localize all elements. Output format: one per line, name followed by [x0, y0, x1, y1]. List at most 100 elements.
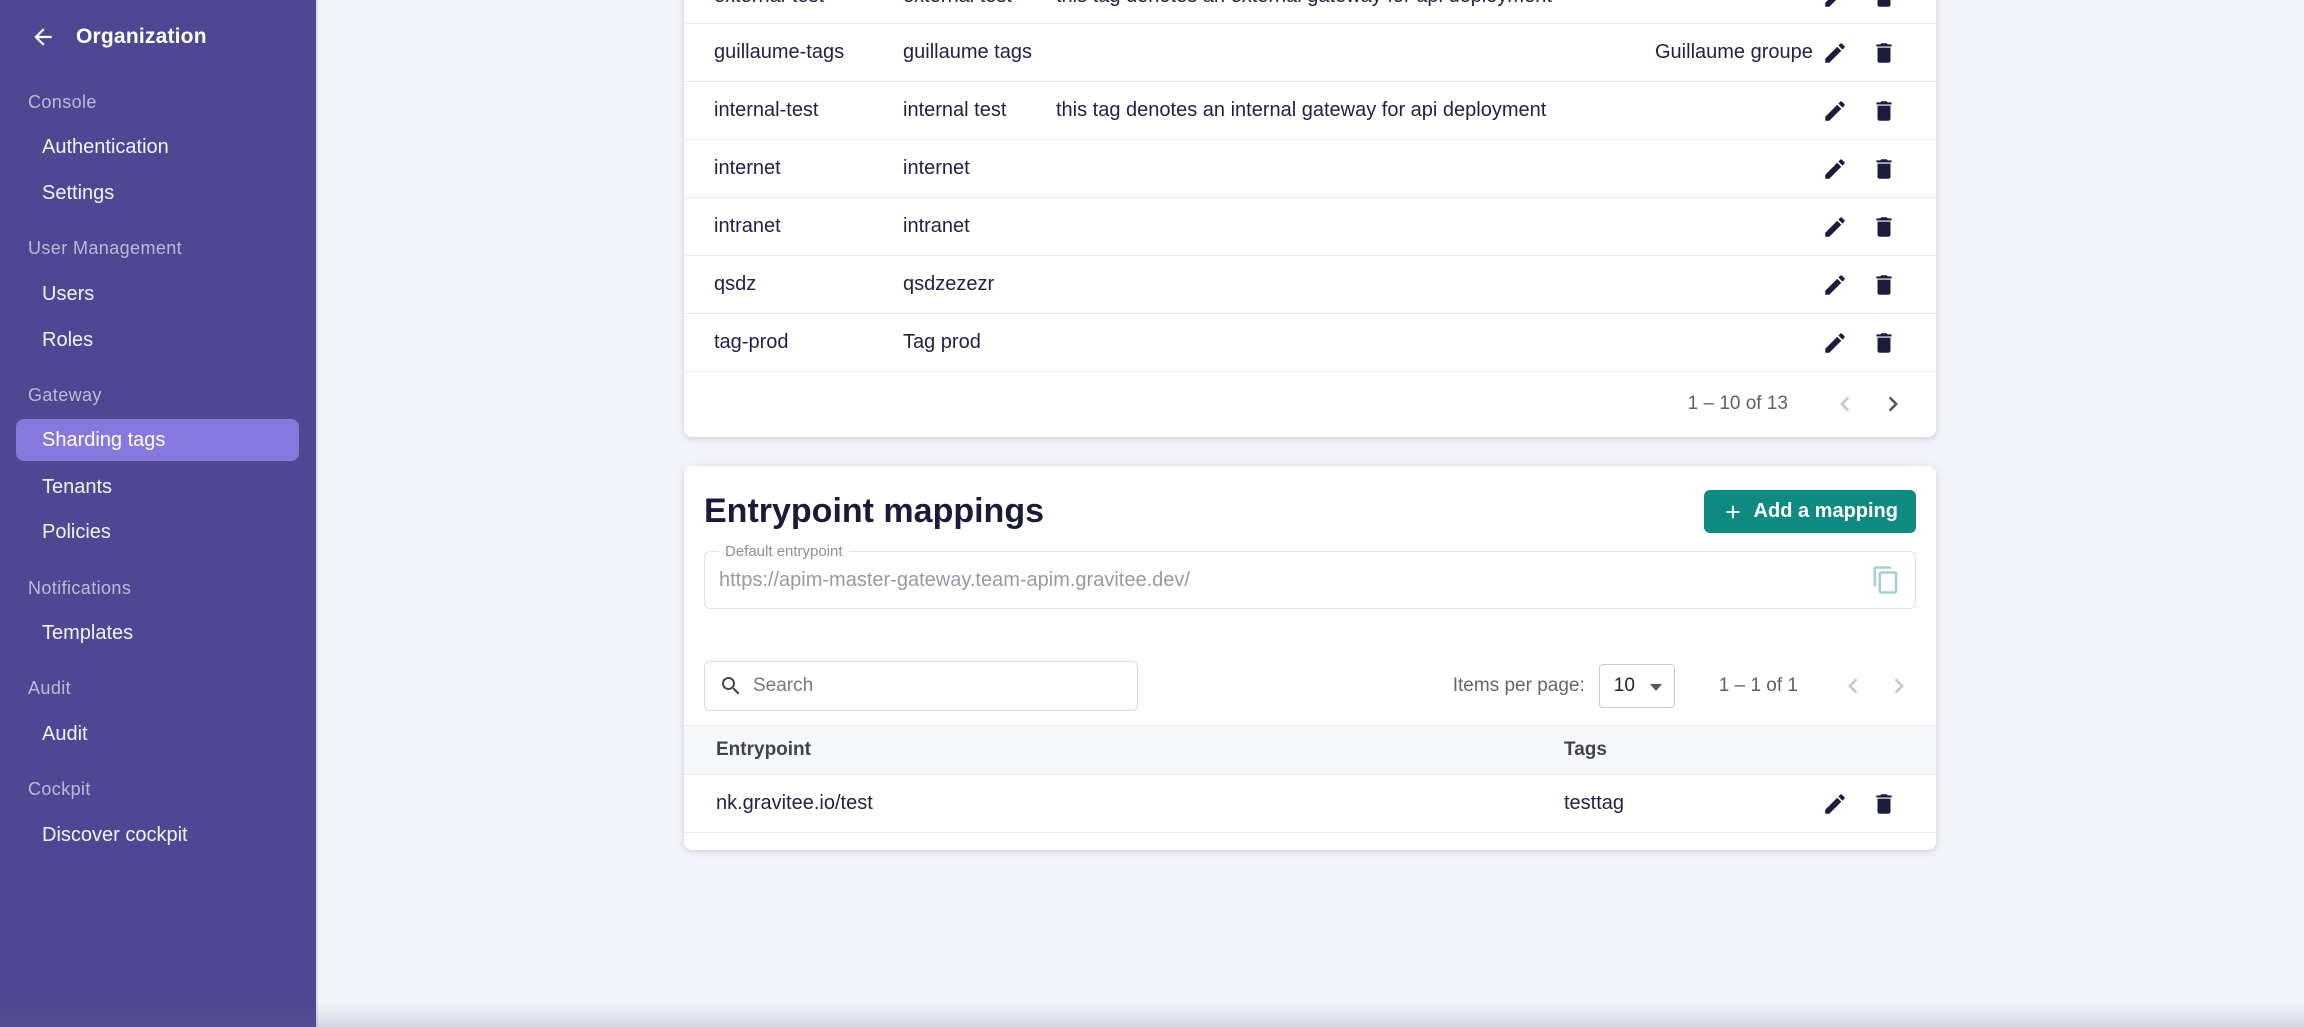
sidebar-item-roles[interactable]: Roles — [42, 326, 93, 354]
trash-icon — [1871, 330, 1897, 356]
row-actions — [1815, 207, 1936, 247]
table-header-row: Entrypoint Tags — [684, 725, 1936, 775]
previous-page-button[interactable] — [1828, 387, 1862, 421]
delete-button[interactable] — [1864, 323, 1904, 363]
sidebar-section-cockpit: Cockpit — [28, 775, 91, 803]
row-actions — [1815, 323, 1936, 363]
delete-button[interactable] — [1864, 0, 1904, 17]
items-per-page-select[interactable]: 10 — [1599, 664, 1675, 708]
tag-name: external test — [903, 0, 1056, 8]
pencil-icon — [1822, 791, 1848, 817]
tag-id: internal-test — [714, 99, 903, 122]
paginator-buttons — [1836, 669, 1916, 703]
tag-id: intranet — [714, 215, 903, 238]
table-row: internet internet — [684, 140, 1936, 198]
sidebar-item-settings[interactable]: Settings — [42, 179, 114, 207]
paginator: Items per page: 10 1 – 1 of 1 — [1453, 664, 1916, 708]
pencil-icon — [1822, 156, 1848, 182]
search-input[interactable] — [753, 675, 1137, 697]
delete-button[interactable] — [1864, 265, 1904, 305]
tag-description: this tag denotes an internal gateway for… — [1056, 99, 1655, 122]
items-per-page-value: 10 — [1614, 675, 1635, 697]
row-actions — [1815, 784, 1936, 824]
chevron-right-icon — [1878, 389, 1908, 419]
sidebar-item-authentication[interactable]: Authentication — [42, 133, 169, 161]
tag-id: tag-prod — [714, 331, 903, 354]
sidebar-item-audit[interactable]: Audit — [42, 720, 88, 748]
tag-id: guillaume-tags — [714, 41, 903, 64]
sidebar-title: Organization — [76, 25, 207, 49]
delete-button[interactable] — [1864, 784, 1904, 824]
sidebar-item-discover-cockpit[interactable]: Discover cockpit — [42, 821, 188, 849]
table-row: guillaume-tags guillaume tags Guillaume … — [684, 24, 1936, 82]
tag-name: internet — [903, 157, 1056, 180]
sidebar-item-sharding-tags[interactable]: Sharding tags — [16, 419, 299, 461]
sidebar-item-templates[interactable]: Templates — [42, 619, 133, 647]
trash-icon — [1871, 40, 1897, 66]
tag-description: this tag denotes an external gateway for… — [1056, 0, 1655, 8]
delete-button[interactable] — [1864, 91, 1904, 131]
table-paginator: 1 – 10 of 13 — [684, 372, 1936, 436]
tag-name: intranet — [903, 215, 1056, 238]
default-entrypoint-field: Default entrypoint — [704, 551, 1916, 609]
row-actions — [1815, 0, 1936, 17]
edit-button[interactable] — [1815, 0, 1855, 17]
add-mapping-button[interactable]: Add a mapping — [1704, 490, 1916, 533]
tag-id: external-test — [714, 0, 903, 8]
edit-button[interactable] — [1815, 323, 1855, 363]
previous-page-button[interactable] — [1836, 669, 1870, 703]
edit-button[interactable] — [1815, 91, 1855, 131]
tag-id: internet — [714, 157, 903, 180]
delete-button[interactable] — [1864, 207, 1904, 247]
edit-button[interactable] — [1815, 784, 1855, 824]
default-entrypoint-label: Default entrypoint — [719, 543, 849, 560]
next-page-button[interactable] — [1876, 387, 1910, 421]
trash-icon — [1871, 214, 1897, 240]
search-icon — [719, 674, 743, 698]
next-page-button[interactable] — [1882, 669, 1916, 703]
chevron-left-icon — [1838, 671, 1868, 701]
delete-button[interactable] — [1864, 33, 1904, 73]
tag-name: internal test — [903, 99, 1056, 122]
trash-icon — [1871, 98, 1897, 124]
items-per-page-label: Items per page: — [1453, 675, 1585, 697]
table-row: intranet intranet — [684, 198, 1936, 256]
edit-button[interactable] — [1815, 149, 1855, 189]
row-actions — [1815, 33, 1936, 73]
app: Organization Console Authentication Sett… — [0, 0, 2304, 1027]
card-header: Entrypoint mappings Add a mapping — [684, 466, 1936, 533]
table-row: external-test external test this tag den… — [684, 0, 1936, 24]
tag-id: qsdz — [714, 273, 903, 296]
pencil-icon — [1822, 0, 1848, 10]
table-toolbar: Items per page: 10 1 – 1 of 1 — [704, 661, 1916, 711]
sidebar-section-user-management: User Management — [28, 234, 182, 262]
sidebar-item-users[interactable]: Users — [42, 280, 94, 308]
plus-icon — [1722, 501, 1744, 523]
back-to-organization[interactable]: Organization — [30, 24, 207, 50]
edit-button[interactable] — [1815, 207, 1855, 247]
sidebar-section-notifications: Notifications — [28, 574, 131, 602]
sidebar-item-policies[interactable]: Policies — [42, 518, 111, 546]
sidebar-item-tenants[interactable]: Tenants — [42, 473, 112, 501]
sidebar-section-gateway: Gateway — [28, 381, 102, 409]
chevron-right-icon — [1884, 671, 1914, 701]
edit-button[interactable] — [1815, 33, 1855, 73]
dropdown-caret-icon — [1650, 684, 1662, 691]
row-actions — [1815, 91, 1936, 131]
pencil-icon — [1822, 98, 1848, 124]
pencil-icon — [1822, 272, 1848, 298]
pencil-icon — [1822, 214, 1848, 240]
row-actions — [1815, 265, 1936, 305]
delete-button[interactable] — [1864, 149, 1904, 189]
pencil-icon — [1822, 40, 1848, 66]
copy-button[interactable] — [1871, 565, 1901, 595]
trash-icon — [1871, 0, 1897, 10]
tag-name: guillaume tags — [903, 41, 1056, 64]
table-row: internal-test internal test this tag den… — [684, 82, 1936, 140]
edit-button[interactable] — [1815, 265, 1855, 305]
add-mapping-label: Add a mapping — [1754, 500, 1898, 523]
default-entrypoint-input[interactable] — [705, 569, 1871, 592]
pencil-icon — [1822, 330, 1848, 356]
table-row: qsdz qsdzezezr — [684, 256, 1936, 314]
chevron-left-icon — [1830, 389, 1860, 419]
